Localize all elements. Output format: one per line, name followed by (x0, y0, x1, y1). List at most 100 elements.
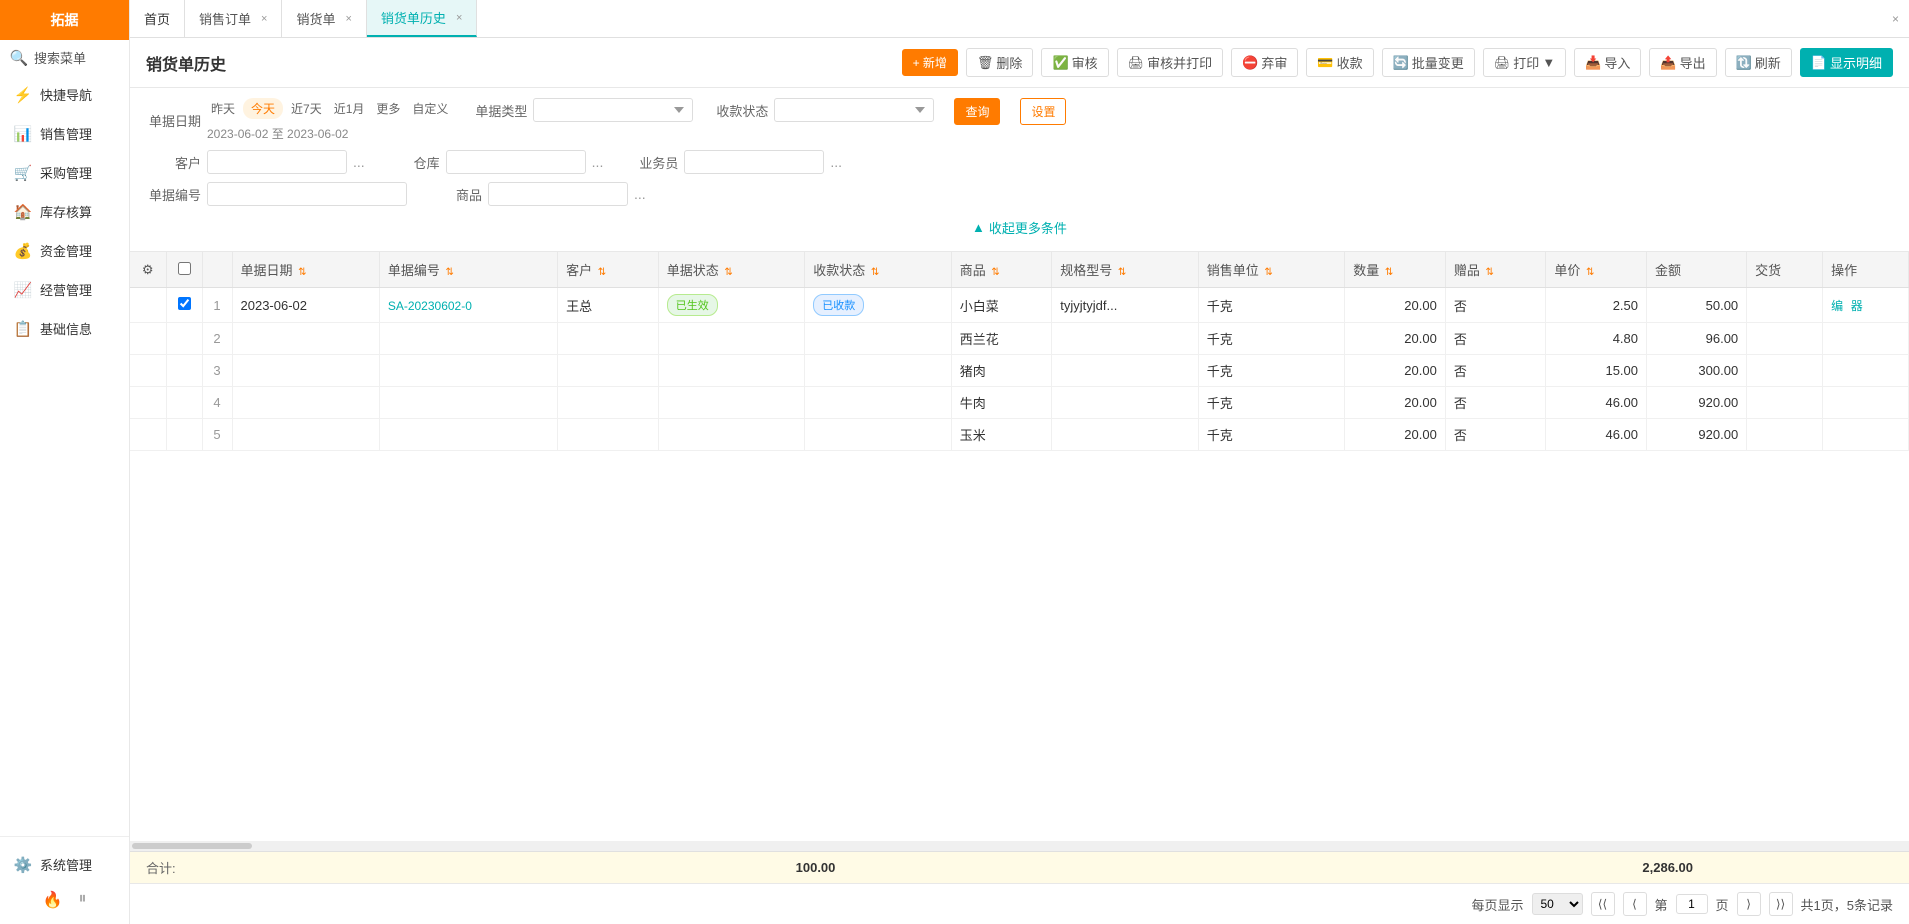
abandon-button[interactable]: ⛔ 弃审 (1231, 48, 1298, 77)
cell-goods-1: 西兰花 (951, 323, 1052, 355)
warehouse-dots[interactable]: ... (592, 154, 604, 170)
sidebar-item-basic-info[interactable]: 📋 基础信息 (0, 309, 129, 348)
warehouse-input[interactable] (446, 150, 586, 174)
date-btn-7days[interactable]: 近7天 (287, 98, 326, 119)
cell-goods-2: 猪肉 (951, 355, 1052, 387)
doc-type-select[interactable] (533, 98, 693, 122)
cell-rownum-0: 1 (202, 288, 232, 323)
th-goods[interactable]: 商品 ⇅ (951, 252, 1052, 288)
import-button[interactable]: 📥 导入 (1574, 48, 1641, 77)
cell-checkbox-1[interactable] (166, 323, 202, 355)
doc-no-link-0[interactable]: SA-20230602-0 (388, 299, 472, 313)
export-button[interactable]: 📤 导出 (1649, 48, 1716, 77)
audit-print-button[interactable]: 🖨 审核并打印 (1117, 48, 1224, 77)
collect-button[interactable]: 💳 收款 (1306, 48, 1373, 77)
sidebar-collapse-icon[interactable]: 🔥 (43, 890, 63, 910)
date-btn-today[interactable]: 今天 (243, 98, 283, 119)
batch-change-button[interactable]: 🔄 批量变更 (1382, 48, 1475, 77)
print-button[interactable]: 🖨 打印 ▼ (1483, 48, 1566, 77)
tab-sales-delivery[interactable]: 销货单 × (282, 0, 366, 37)
page-last-button[interactable]: ⟩⟩ (1769, 892, 1793, 916)
action-more-0[interactable]: 器 (1851, 299, 1863, 313)
sidebar-item-purchase-mgmt[interactable]: 🛒 采购管理 (0, 153, 129, 192)
sidebar-pause-icon[interactable]: ⏸ (78, 890, 86, 910)
date-btn-more[interactable]: 更多 (372, 98, 404, 119)
date-btn-yesterday[interactable]: 昨天 (207, 98, 239, 119)
page-prev-button[interactable]: ⟨ (1623, 892, 1647, 916)
th-spec[interactable]: 规格型号 ⇅ (1052, 252, 1198, 288)
filter-row-3: 单据编号 商品 ... (146, 182, 1893, 206)
cell-docno-0: SA-20230602-0 (379, 288, 557, 323)
th-price[interactable]: 单价 ⇅ (1546, 252, 1647, 288)
row-checkbox-0[interactable] (178, 297, 191, 310)
cell-docno-4 (379, 419, 557, 451)
show-detail-button[interactable]: 📄 显示明细 (1800, 48, 1893, 77)
th-customer[interactable]: 客户 ⇅ (558, 252, 659, 288)
new-button[interactable]: + 新增 (902, 49, 958, 76)
page-first-button[interactable]: ⟨⟨ (1591, 892, 1615, 916)
tab-sales-order-close[interactable]: × (261, 13, 267, 25)
collapse-button[interactable]: ▲ 收起更多条件 (146, 214, 1893, 241)
sort-spec-icon: ⇅ (1118, 267, 1126, 278)
select-all-checkbox[interactable] (178, 262, 191, 275)
refresh-icon: 🔃 (1736, 55, 1752, 71)
th-settings[interactable]: ⚙ (130, 252, 166, 288)
sidebar-item-sys-mgmt[interactable]: ⚙️ 系统管理 (0, 845, 129, 884)
staff-input[interactable] (684, 150, 824, 174)
action-edit-0[interactable]: 编 (1831, 299, 1843, 313)
th-gift[interactable]: 赠品 ⇅ (1445, 252, 1546, 288)
cell-checkbox-2[interactable] (166, 355, 202, 387)
delete-button[interactable]: 🗑 删除 (966, 48, 1034, 77)
goods-dots[interactable]: ... (634, 186, 646, 202)
per-page-select[interactable]: 50 100 (1532, 893, 1583, 915)
th-doc-date[interactable]: 单据日期 ⇅ (232, 252, 379, 288)
cell-checkbox-3[interactable] (166, 387, 202, 419)
th-checkbox[interactable] (166, 252, 202, 288)
tab-sales-order[interactable]: 销售订单 × (185, 0, 282, 37)
th-doc-no[interactable]: 单据编号 ⇅ (379, 252, 557, 288)
cell-qty-2: 20.00 (1345, 355, 1446, 387)
cell-customer-4 (558, 419, 659, 451)
sidebar-item-ops-mgmt[interactable]: 📈 经营管理 (0, 270, 129, 309)
tab-close-all[interactable]: × (1892, 12, 1909, 26)
date-btn-1month[interactable]: 近1月 (330, 98, 369, 119)
tab-sales-delivery-close[interactable]: × (345, 13, 351, 25)
query-button[interactable]: 查询 (954, 98, 1000, 125)
th-qty[interactable]: 数量 ⇅ (1345, 252, 1446, 288)
page-num-input[interactable] (1676, 894, 1708, 914)
table-row: 2 西兰花 千克 20.00 否 4.80 96.00 (130, 323, 1909, 355)
customer-dots[interactable]: ... (353, 154, 365, 170)
scroll-thumb[interactable] (132, 843, 252, 849)
cell-spec-3 (1052, 387, 1198, 419)
audit-button[interactable]: ✅ 审核 (1041, 48, 1108, 77)
th-doc-status[interactable]: 单据状态 ⇅ (658, 252, 804, 288)
cell-spec-2 (1052, 355, 1198, 387)
cell-amount-2: 300.00 (1647, 355, 1747, 387)
table-scrollbar[interactable] (130, 841, 1909, 851)
customer-input[interactable] (207, 150, 347, 174)
staff-dots[interactable]: ... (830, 154, 842, 170)
th-pay-status[interactable]: 收款状态 ⇅ (805, 252, 951, 288)
sidebar-item-search-menu[interactable]: 🔍 搜索菜单 (0, 40, 129, 75)
cell-paystatus-3 (805, 387, 951, 419)
pay-status-select[interactable] (774, 98, 934, 122)
refresh-button[interactable]: 🔃 刷新 (1725, 48, 1792, 77)
th-unit[interactable]: 销售单位 ⇅ (1198, 252, 1344, 288)
cell-checkbox-4[interactable] (166, 419, 202, 451)
date-btn-custom[interactable]: 自定义 (408, 98, 452, 119)
sidebar-item-label: 搜索菜单 (34, 48, 86, 67)
sidebar-item-quick-nav[interactable]: ⚡ 快捷导航 (0, 75, 129, 114)
sidebar-item-inventory[interactable]: 🏠 库存核算 (0, 192, 129, 231)
page-next-button[interactable]: ⟩ (1737, 892, 1761, 916)
sidebar-item-label: 采购管理 (40, 163, 92, 182)
tab-home[interactable]: 首页 (130, 0, 185, 37)
tab-sales-history-close[interactable]: × (456, 12, 462, 24)
doc-no-input[interactable] (207, 182, 407, 206)
sidebar-item-sales-mgmt[interactable]: 📊 销售管理 (0, 114, 129, 153)
goods-input[interactable] (488, 182, 628, 206)
cell-amount-0: 50.00 (1647, 288, 1747, 323)
sidebar-item-fund-mgmt[interactable]: 💰 资金管理 (0, 231, 129, 270)
settings-button[interactable]: 设置 (1020, 98, 1066, 125)
cell-checkbox-0[interactable] (166, 288, 202, 323)
tab-sales-history[interactable]: 销货单历史 × (367, 0, 477, 37)
